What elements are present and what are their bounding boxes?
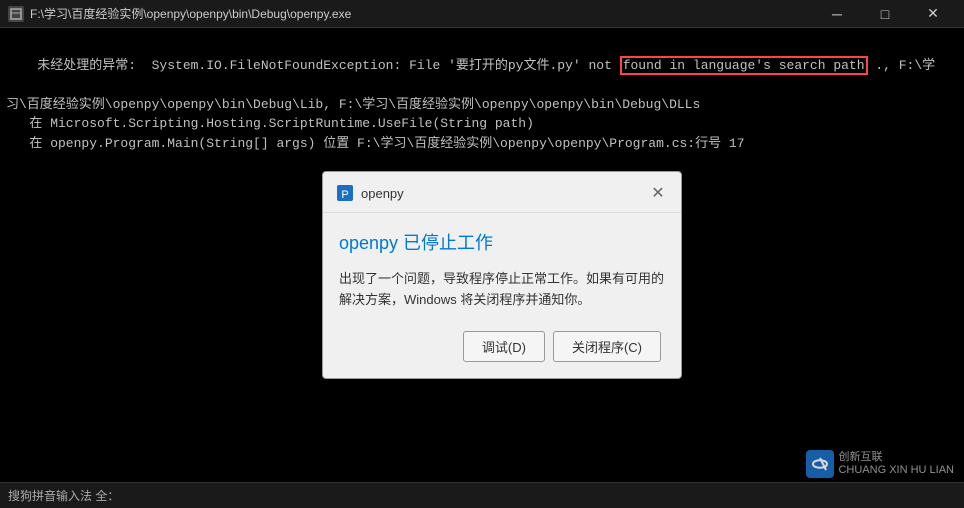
close-program-button[interactable]: 关闭程序(C) <box>553 331 661 362</box>
status-bar: 搜狗拼音输入法 全： <box>0 482 964 508</box>
dialog-title-bar: P openpy ✕ <box>323 172 681 213</box>
dialog-title-left: P openpy <box>335 183 404 203</box>
watermark-icon <box>806 450 834 478</box>
svg-text:P: P <box>341 189 348 201</box>
dialog-message: 出现了一个问题，导致程序停止正常工作。如果有可用的解决方案，Windows 将关… <box>339 269 665 311</box>
console-text-post: ., F:\学 <box>868 58 936 73</box>
window-controls: ─ □ ✕ <box>814 0 956 28</box>
watermark-line2: CHUANG XIN HU LIAN <box>838 464 954 477</box>
dialog-close-button[interactable]: ✕ <box>647 182 669 204</box>
title-bar: F:\学习\百度经验实例\openpy\openpy\bin\Debug\ope… <box>0 0 964 28</box>
debug-button[interactable]: 调试(D) <box>463 331 545 362</box>
watermark-line1: 创新互联 <box>838 451 954 464</box>
watermark-text: 创新互联 CHUANG XIN HU LIAN <box>838 451 954 477</box>
watermark: 创新互联 CHUANG XIN HU LIAN <box>806 450 954 478</box>
console-text-pre: 未经处理的异常: System.IO.FileNotFoundException… <box>37 58 619 73</box>
window-title: F:\学习\百度经验实例\openpy\openpy\bin\Debug\ope… <box>30 5 351 22</box>
error-dialog: P openpy ✕ openpy 已停止工作 出现了一个问题，导致程序停止正常… <box>322 171 682 379</box>
status-text: 搜狗拼音输入法 全： <box>8 487 119 504</box>
title-bar-left: F:\学习\百度经验实例\openpy\openpy\bin\Debug\ope… <box>8 5 351 22</box>
console-line-3: 在 Microsoft.Scripting.Hosting.ScriptRunt… <box>6 114 958 134</box>
minimize-button[interactable]: ─ <box>814 0 860 28</box>
console-line-2: 习\百度经验实例\openpy\openpy\bin\Debug\Lib, F:… <box>6 95 958 115</box>
maximize-button[interactable]: □ <box>862 0 908 28</box>
console-line-1: 未经处理的异常: System.IO.FileNotFoundException… <box>6 36 958 95</box>
dialog-app-icon: P <box>335 183 355 203</box>
dialog-heading: openpy 已停止工作 <box>339 229 665 255</box>
dialog-body: openpy 已停止工作 出现了一个问题，导致程序停止正常工作。如果有可用的解决… <box>323 213 681 378</box>
dialog-buttons: 调试(D) 关闭程序(C) <box>339 331 665 366</box>
app-icon <box>8 6 24 22</box>
highlight-text: found in language's search path <box>620 56 868 75</box>
dialog-title-text: openpy <box>361 186 404 201</box>
console-line-4: 在 openpy.Program.Main(String[] args) 位置 … <box>6 134 958 154</box>
close-button[interactable]: ✕ <box>910 0 956 28</box>
